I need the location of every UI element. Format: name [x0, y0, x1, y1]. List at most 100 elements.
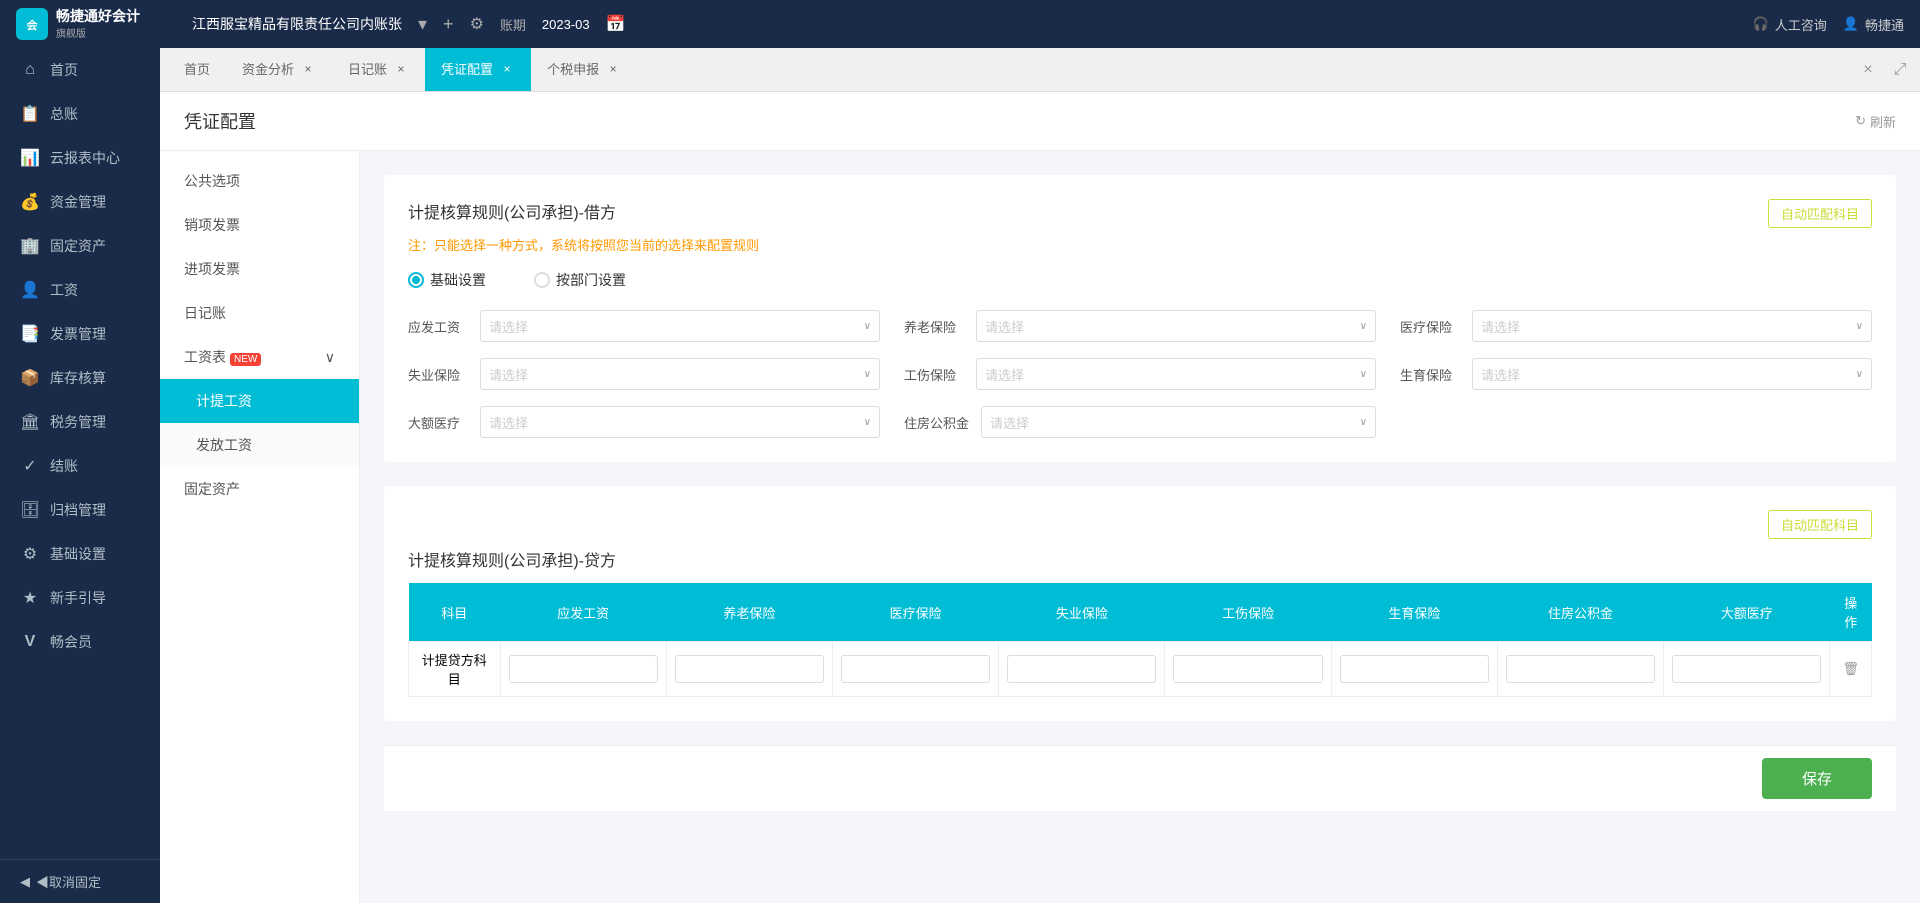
expand-icon: ∨: [325, 349, 335, 366]
debit-section-header: 自动匹配科目 计提核算规则(公司承担)-借方 注：只能选择一种方式，系统将按照您…: [408, 199, 1872, 270]
sidebar-item-settings[interactable]: ⚙ 基础设置: [0, 532, 160, 576]
tab-voucher-config[interactable]: 凭证配置 ×: [425, 48, 531, 91]
sidebar-item-finance[interactable]: 💰 资金管理: [0, 180, 160, 224]
left-menu-fixed-assets[interactable]: 固定资产: [160, 467, 359, 511]
select-gsbx-arrow: ∨: [1360, 369, 1367, 380]
col-header-ylbx2: 医疗保险: [833, 583, 999, 642]
cell-row-label: 计提贷方科目: [409, 642, 501, 697]
select-zfgjj-arrow: ∨: [1360, 417, 1367, 428]
maximize-window-btn[interactable]: ⤢: [1888, 58, 1912, 82]
input-sybx[interactable]: [1007, 655, 1156, 683]
sidebar-item-inventory[interactable]: 📦 库存核算: [0, 356, 160, 400]
cell-sybx2: [1331, 642, 1497, 697]
left-menu-pay-salary[interactable]: 发放工资: [160, 423, 359, 467]
sidebar-item-guide[interactable]: ★ 新手引导: [0, 576, 160, 620]
select-ylbx2[interactable]: 请选择 ∨: [1472, 310, 1872, 342]
cancel-fixed-btn[interactable]: ◀ ◀取消固定: [0, 859, 160, 903]
sidebar-item-archive[interactable]: 🗄 归档管理: [0, 488, 160, 532]
sidebar-item-member[interactable]: V 畅会员: [0, 620, 160, 664]
settings-btn[interactable]: ⚙: [470, 14, 484, 34]
user-area[interactable]: 👤 畅捷通: [1843, 15, 1904, 34]
select-deyy-placeholder: 请选择: [489, 413, 528, 432]
service-btn[interactable]: 🎧 人工咨询: [1753, 15, 1827, 34]
label-deyy: 大额医疗: [408, 413, 468, 432]
left-menu-journal[interactable]: 日记账: [160, 291, 359, 335]
invoices-icon: 📑: [20, 324, 40, 344]
left-menu-purchase[interactable]: 进项发票: [160, 247, 359, 291]
sidebar-item-salary[interactable]: 👤 工资: [0, 268, 160, 312]
debit-auto-match-btn[interactable]: 自动匹配科目: [1768, 199, 1872, 228]
tab-voucher-config-close[interactable]: ×: [499, 61, 515, 77]
tab-finance[interactable]: 资金分析 ×: [226, 48, 332, 91]
input-ylbx[interactable]: [675, 655, 824, 683]
top-bar-middle: 江西服宝精品有限责任公司内账张 ▾ + ⚙ 账期 2023-03 📅: [176, 14, 1753, 35]
credit-auto-match-btn[interactable]: 自动匹配科目: [1768, 510, 1872, 539]
sidebar-item-reports[interactable]: 📊 云报表中心: [0, 136, 160, 180]
company-dropdown-btn[interactable]: ▾: [418, 14, 427, 35]
credit-auto-btn-wrapper: 自动匹配科目: [408, 510, 1872, 539]
input-gsbx[interactable]: [1173, 655, 1322, 683]
col-header-zfgjj: 住房公积金: [1497, 583, 1663, 642]
reports-icon: 📊: [20, 148, 40, 168]
tab-home[interactable]: 首页: [168, 48, 226, 91]
left-menu-public-label: 公共选项: [184, 173, 240, 189]
delete-row-btn[interactable]: 🗑: [1842, 661, 1859, 676]
sidebar: ⌂ 首页 📋 总账 📊 云报表中心 💰 资金管理 🏢 固定资产 👤 工资 📑 发…: [0, 48, 160, 903]
sidebar-item-invoices[interactable]: 📑 发票管理: [0, 312, 160, 356]
label-zfgjj: 住房公积金: [904, 413, 969, 432]
left-menu-public[interactable]: 公共选项: [160, 159, 359, 203]
credit-section: 自动匹配科目 计提核算规则(公司承担)-贷方 科目 应发工资 养老保险 医疗保险…: [384, 486, 1896, 721]
refresh-btn[interactable]: ↻ 刷新: [1855, 112, 1896, 131]
radio-by-dept[interactable]: 按部门设置: [534, 270, 626, 290]
select-sybx[interactable]: 请选择 ∨: [480, 358, 880, 390]
col-header-sybx2: 生育保险: [1331, 583, 1497, 642]
close-window-btn[interactable]: ×: [1856, 58, 1880, 82]
sidebar-item-tax[interactable]: 🏛 税务管理: [0, 400, 160, 444]
input-sybx2[interactable]: [1340, 655, 1489, 683]
calendar-btn[interactable]: 📅: [606, 14, 626, 34]
sidebar-item-close[interactable]: ✓ 结账: [0, 444, 160, 488]
sidebar-label-salary: 工资: [50, 280, 78, 300]
finance-icon: 💰: [20, 192, 40, 212]
sidebar-item-ledger[interactable]: 📋 总账: [0, 92, 160, 136]
tab-journal-close[interactable]: ×: [393, 61, 409, 77]
input-deyy[interactable]: [1672, 655, 1821, 683]
debit-section: 自动匹配科目 计提核算规则(公司承担)-借方 注：只能选择一种方式，系统将按照您…: [384, 175, 1896, 462]
input-yfgz[interactable]: [509, 655, 658, 683]
tab-journal[interactable]: 日记账 ×: [332, 48, 425, 91]
left-menu-accrual[interactable]: 计提工资: [160, 379, 359, 423]
cell-yfgz: [500, 642, 666, 697]
tab-tax-report[interactable]: 个税申报 ×: [531, 48, 637, 91]
select-gsbx[interactable]: 请选择 ∨: [976, 358, 1376, 390]
ledger-icon: 📋: [20, 104, 40, 124]
cancel-fixed-label: ◀取消固定: [36, 872, 101, 891]
left-menu-sales[interactable]: 销项发票: [160, 203, 359, 247]
select-zfgjj-placeholder: 请选择: [990, 413, 1029, 432]
user-icon: 👤: [1843, 16, 1859, 32]
debit-section-title: 计提核算规则(公司承担)-借方: [408, 199, 1872, 223]
select-yfgz[interactable]: 请选择 ∨: [480, 310, 880, 342]
select-sybx2[interactable]: 请选择 ∨: [1472, 358, 1872, 390]
label-sybx: 失业保险: [408, 365, 468, 384]
tab-finance-close[interactable]: ×: [300, 61, 316, 77]
select-ylbx[interactable]: 请选择 ∨: [976, 310, 1376, 342]
select-zfgjj[interactable]: 请选择 ∨: [981, 406, 1376, 438]
logo-text-area: 畅捷通好会计 旗舰版: [56, 8, 140, 40]
radio-basic[interactable]: 基础设置: [408, 270, 486, 290]
col-header-sybx: 失业保险: [999, 583, 1165, 642]
col-header-deyy: 大额医疗: [1664, 583, 1830, 642]
save-btn[interactable]: 保存: [1762, 758, 1872, 799]
left-menu-salary-table[interactable]: 工资表NEW ∨: [160, 335, 359, 379]
input-zfgjj[interactable]: [1506, 655, 1655, 683]
sidebar-item-assets[interactable]: 🏢 固定资产: [0, 224, 160, 268]
right-panel: 自动匹配科目 计提核算规则(公司承担)-借方 注：只能选择一种方式，系统将按照您…: [360, 151, 1920, 903]
add-book-btn[interactable]: +: [443, 14, 454, 35]
cell-zfgjj: [1497, 642, 1663, 697]
sidebar-item-home[interactable]: ⌂ 首页: [0, 48, 160, 92]
input-ylbx2[interactable]: [841, 655, 990, 683]
member-icon: V: [20, 633, 40, 651]
select-deyy[interactable]: 请选择 ∨: [480, 406, 880, 438]
sidebar-label-guide: 新手引导: [50, 588, 106, 608]
tab-tax-report-close[interactable]: ×: [605, 61, 621, 77]
credit-section-title: 计提核算规则(公司承担)-贷方: [408, 547, 1872, 571]
